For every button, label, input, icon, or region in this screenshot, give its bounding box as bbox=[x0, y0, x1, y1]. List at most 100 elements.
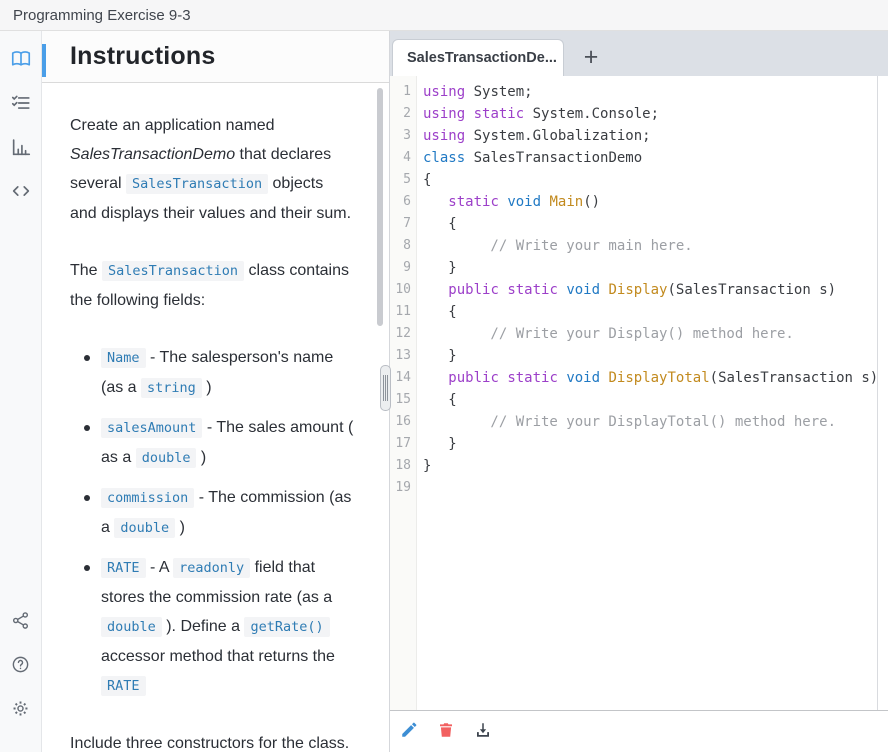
inline-code: string bbox=[141, 378, 202, 398]
instruction-paragraph: Include three constructors for the class… bbox=[70, 735, 350, 752]
line-number: 12 bbox=[395, 326, 411, 341]
line-number: 4 bbox=[403, 150, 411, 165]
line-number: 18 bbox=[395, 458, 411, 473]
inline-code: SalesTransaction bbox=[102, 261, 245, 281]
code-line: // Write your Display() method here. bbox=[423, 326, 794, 342]
code-editor-panel: SalesTransactionDe... + 1 2 3 4 5 6 7 8 9 10 11 12 1… bbox=[390, 31, 888, 752]
line-number: 6 bbox=[403, 194, 411, 209]
sidebar-item-instructions[interactable] bbox=[8, 47, 34, 73]
new-tab-button[interactable]: + bbox=[564, 39, 618, 76]
instruction-bullet: commission - The commission (as a double… bbox=[84, 483, 354, 543]
window-title-bar: Programming Exercise 9-3 bbox=[0, 0, 888, 31]
sidebar-item-code[interactable] bbox=[8, 179, 34, 205]
instruction-paragraph: Create an application named SalesTransac… bbox=[70, 117, 352, 222]
editor-tab-bar: SalesTransactionDe... + bbox=[390, 31, 888, 76]
share-icon bbox=[11, 611, 30, 633]
code-line: public static void DisplayTotal(SalesTra… bbox=[448, 370, 877, 386]
line-number: 13 bbox=[395, 348, 411, 363]
plus-icon: + bbox=[583, 43, 599, 71]
line-number: 15 bbox=[395, 392, 411, 407]
inline-code: double bbox=[135, 448, 197, 468]
code-icon bbox=[10, 180, 32, 205]
inline-code: readonly bbox=[173, 558, 251, 578]
line-number: 9 bbox=[403, 260, 411, 275]
instructions-scrollbar-thumb[interactable] bbox=[377, 88, 383, 326]
pencil-icon bbox=[400, 721, 418, 742]
instructions-header: Instructions bbox=[42, 31, 389, 83]
editor-tab-label: SalesTransactionDe... bbox=[407, 50, 557, 66]
app-window: Programming Exercise 9-3 Instructions Cr… bbox=[0, 0, 888, 752]
line-number: 5 bbox=[403, 172, 411, 187]
main-area: Instructions Create an application named… bbox=[0, 31, 888, 752]
code-line: } bbox=[423, 458, 432, 474]
code-line: using static System.Console; bbox=[423, 106, 660, 122]
line-number: 3 bbox=[403, 128, 411, 143]
instructions-panel: Instructions Create an application named… bbox=[42, 31, 390, 752]
code-line: static void Main() bbox=[448, 194, 601, 210]
download-icon bbox=[474, 721, 492, 742]
editor-tab-salestransactiondemo[interactable]: SalesTransactionDe... bbox=[392, 39, 564, 76]
sidebar-item-settings[interactable] bbox=[8, 697, 34, 723]
instruction-paragraph: The SalesTransaction class contains the … bbox=[70, 261, 349, 309]
inline-code: Name bbox=[101, 348, 146, 368]
code-line: // Write your main here. bbox=[423, 238, 693, 254]
line-number: 16 bbox=[395, 414, 411, 429]
edit-button[interactable] bbox=[399, 722, 419, 742]
inline-code: getRate() bbox=[244, 617, 330, 637]
code-line: class SalesTransactionDemo bbox=[423, 150, 643, 166]
code-editor[interactable]: using System; using static System.Console… bbox=[417, 76, 877, 710]
line-number: 14 bbox=[395, 370, 411, 385]
editor-body: 1 2 3 4 5 6 7 8 9 10 11 12 13 14 15 16 17 18 19 using Syst… bbox=[390, 76, 888, 710]
code-line: { bbox=[423, 216, 457, 232]
inline-code: SalesTransaction bbox=[126, 174, 269, 194]
editor-scrollbar[interactable] bbox=[877, 76, 888, 710]
code-line: } bbox=[423, 436, 457, 452]
line-number: 19 bbox=[395, 480, 411, 495]
help-icon bbox=[11, 655, 30, 677]
inline-code: double bbox=[101, 617, 162, 637]
inline-code: commission bbox=[101, 488, 195, 508]
inline-code: RATE bbox=[101, 558, 146, 578]
inline-code: RATE bbox=[101, 676, 146, 696]
code-line: } bbox=[423, 260, 457, 276]
sidebar-item-help[interactable] bbox=[8, 653, 34, 679]
download-button[interactable] bbox=[473, 722, 493, 742]
line-number: 8 bbox=[403, 238, 411, 253]
trash-icon bbox=[437, 721, 455, 742]
editor-toolbar bbox=[390, 710, 888, 752]
line-number: 7 bbox=[403, 216, 411, 231]
line-number: 2 bbox=[403, 106, 411, 121]
code-line: { bbox=[423, 304, 457, 320]
sidebar-active-indicator bbox=[42, 44, 46, 77]
code-line: // Write your DisplayTotal() method here… bbox=[423, 414, 837, 430]
instruction-list: Name - The salesperson's name (as a stri… bbox=[70, 343, 354, 701]
page-title: Programming Exercise 9-3 bbox=[13, 6, 191, 24]
sidebar-item-share[interactable] bbox=[8, 609, 34, 635]
delete-button[interactable] bbox=[436, 722, 456, 742]
code-line: { bbox=[423, 392, 457, 408]
sidebar-item-tasks[interactable] bbox=[8, 91, 34, 117]
instruction-bullet: Name - The salesperson's name (as a stri… bbox=[84, 343, 354, 403]
instruction-bullet: salesAmount - The sales amount ( as a do… bbox=[84, 413, 354, 473]
instructions-title: Instructions bbox=[70, 42, 216, 70]
italic-text: SalesTransactionDemo bbox=[70, 146, 236, 163]
code-line: using System; bbox=[423, 84, 533, 100]
inline-code: salesAmount bbox=[101, 418, 203, 438]
line-number: 11 bbox=[395, 304, 411, 319]
code-line: } bbox=[423, 348, 457, 364]
sidebar-item-results[interactable] bbox=[8, 135, 34, 161]
open-book-icon bbox=[10, 48, 32, 73]
line-number: 1 bbox=[403, 84, 411, 99]
checklist-icon bbox=[10, 92, 32, 117]
bar-chart-icon bbox=[10, 136, 32, 161]
gear-icon bbox=[11, 699, 30, 721]
code-line: public static void Display(SalesTransact… bbox=[448, 282, 837, 298]
code-line: { bbox=[423, 172, 432, 188]
panel-splitter-handle[interactable] bbox=[380, 365, 391, 411]
gutter: 1 2 3 4 5 6 7 8 9 10 11 12 13 14 15 16 17 18 19 bbox=[390, 76, 417, 710]
line-number: 17 bbox=[395, 436, 411, 451]
inline-code: double bbox=[114, 518, 176, 538]
instructions-body: Create an application named SalesTransac… bbox=[42, 83, 389, 752]
code-line: using System.Globalization; bbox=[423, 128, 651, 144]
